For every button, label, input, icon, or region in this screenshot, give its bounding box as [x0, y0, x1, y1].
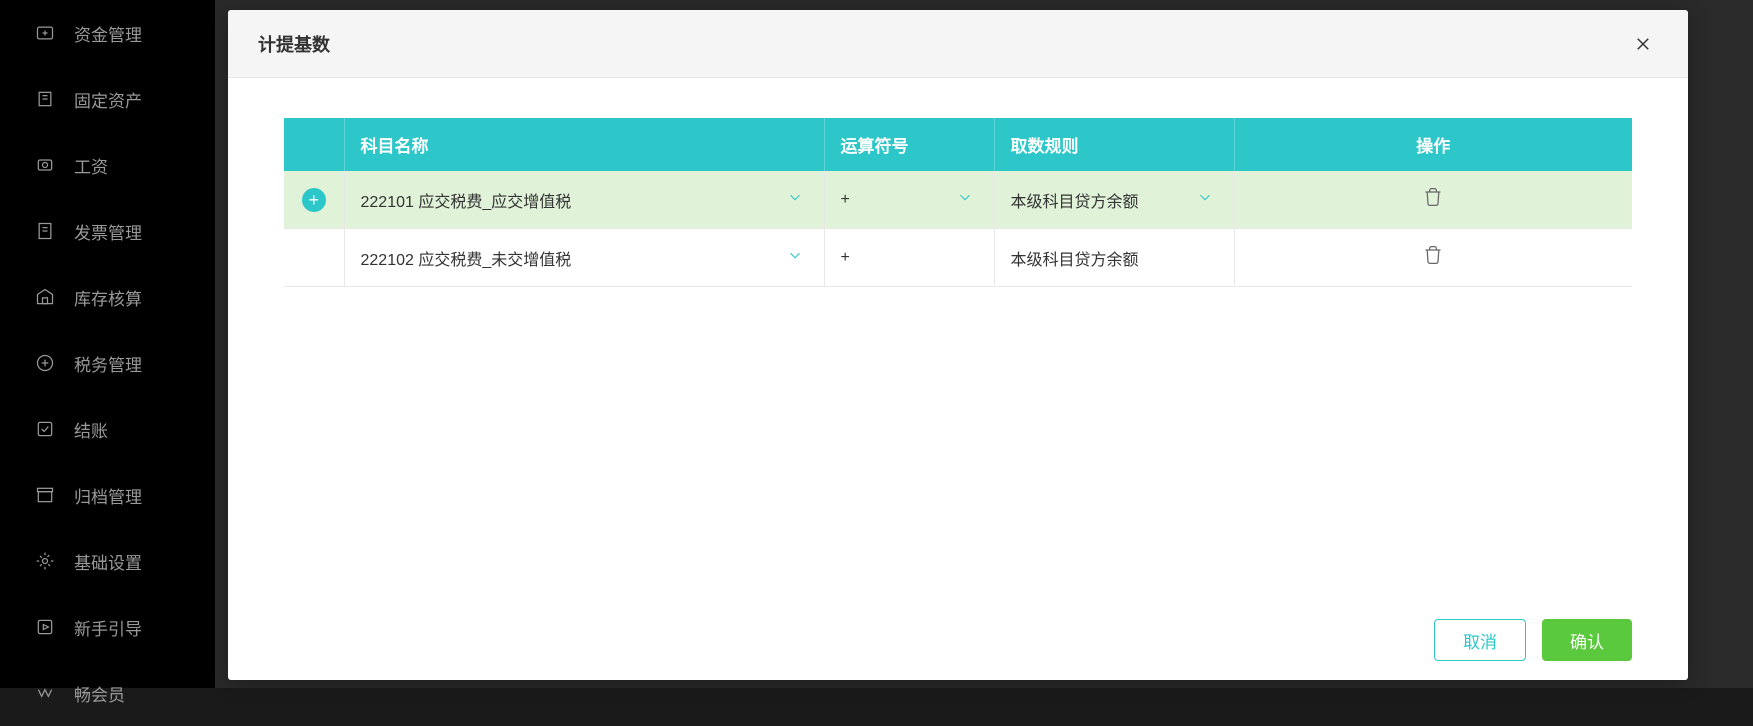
vip-icon: [34, 682, 56, 704]
modal-body: 科目名称 运算符号 取数规则 操作 + 222101 应交税费_应交增值税: [228, 78, 1688, 600]
delete-button[interactable]: [1423, 245, 1443, 265]
sidebar-label: 资金管理: [74, 21, 142, 46]
guide-icon: [34, 616, 56, 638]
building-icon: [34, 88, 56, 110]
gear-icon: [34, 550, 56, 572]
header-operator: 运算符号: [824, 118, 994, 171]
delete-button[interactable]: [1423, 187, 1443, 207]
sidebar-item-archive[interactable]: 归档管理: [0, 462, 215, 528]
add-row-button[interactable]: +: [302, 188, 326, 212]
sidebar-label: 库存核算: [74, 285, 142, 310]
sidebar-label: 发票管理: [74, 219, 142, 244]
chevron-down-icon[interactable]: [786, 246, 804, 269]
confirm-button[interactable]: 确认: [1542, 619, 1632, 661]
sidebar-item-invoice[interactable]: 发票管理: [0, 198, 215, 264]
funds-icon: [34, 22, 56, 44]
closing-icon: [34, 418, 56, 440]
close-button[interactable]: [1628, 29, 1658, 59]
accrual-base-modal: 计提基数 科目名称 运算符号 取数规则 操作 +: [228, 10, 1688, 680]
header-rule: 取数规则: [994, 118, 1234, 171]
sidebar-item-settings[interactable]: 基础设置: [0, 528, 215, 594]
sidebar-label: 归档管理: [74, 483, 142, 508]
chevron-down-icon[interactable]: [1196, 188, 1214, 211]
sidebar-item-tax[interactable]: 税务管理: [0, 330, 215, 396]
table-row[interactable]: + 222101 应交税费_应交增值税 +: [284, 171, 1632, 229]
sidebar-label: 新手引导: [74, 615, 142, 640]
sidebar-item-member[interactable]: 畅会员: [0, 660, 215, 726]
subject-text: 222102 应交税费_未交增值税: [361, 252, 572, 269]
modal-title: 计提基数: [258, 31, 330, 57]
sidebar-item-funds[interactable]: 资金管理: [0, 0, 215, 66]
invoice-icon: [34, 220, 56, 242]
rule-text: 本级科目贷方余额: [1011, 194, 1139, 211]
table-row[interactable]: 222102 应交税费_未交增值税 + 本级科目贷方余额: [284, 229, 1632, 287]
header-add: [284, 118, 344, 171]
sidebar-item-closing[interactable]: 结账: [0, 396, 215, 462]
sidebar-item-salary[interactable]: 工资: [0, 132, 215, 198]
inventory-icon: [34, 286, 56, 308]
sidebar-item-guide[interactable]: 新手引导: [0, 594, 215, 660]
operator-text: +: [841, 249, 850, 266]
operator-cell[interactable]: +: [824, 229, 994, 287]
sidebar-label: 固定资产: [74, 87, 142, 112]
salary-icon: [34, 154, 56, 176]
tax-icon: [34, 352, 56, 374]
subject-cell[interactable]: 222102 应交税费_未交增值税: [344, 229, 824, 287]
header-subject: 科目名称: [344, 118, 824, 171]
header-action: 操作: [1234, 118, 1632, 171]
operator-text: +: [841, 191, 850, 208]
chevron-down-icon[interactable]: [786, 188, 804, 211]
modal-header: 计提基数: [228, 10, 1688, 78]
accrual-table: 科目名称 运算符号 取数规则 操作 + 222101 应交税费_应交增值税: [284, 118, 1632, 287]
sidebar-label: 结账: [74, 417, 108, 442]
subject-text: 222101 应交税费_应交增值税: [361, 194, 572, 211]
rule-cell[interactable]: 本级科目贷方余额: [994, 229, 1234, 287]
cancel-button[interactable]: 取消: [1434, 619, 1526, 661]
rule-cell[interactable]: 本级科目贷方余额: [994, 171, 1234, 229]
sidebar-item-fixed-assets[interactable]: 固定资产: [0, 66, 215, 132]
sidebar-label: 畅会员: [74, 681, 125, 706]
archive-icon: [34, 484, 56, 506]
operator-cell[interactable]: +: [824, 171, 994, 229]
sidebar-label: 基础设置: [74, 549, 142, 574]
sidebar-nav: 资金管理 固定资产 工资 发票管理 库存核算 税务管理 结账: [0, 0, 215, 688]
modal-footer: 取消 确认: [228, 600, 1688, 680]
sidebar-item-inventory[interactable]: 库存核算: [0, 264, 215, 330]
sidebar-label: 工资: [74, 153, 108, 178]
subject-cell[interactable]: 222101 应交税费_应交增值税: [344, 171, 824, 229]
rule-text: 本级科目贷方余额: [1011, 252, 1139, 269]
sidebar-label: 税务管理: [74, 351, 142, 376]
chevron-down-icon[interactable]: [956, 188, 974, 211]
